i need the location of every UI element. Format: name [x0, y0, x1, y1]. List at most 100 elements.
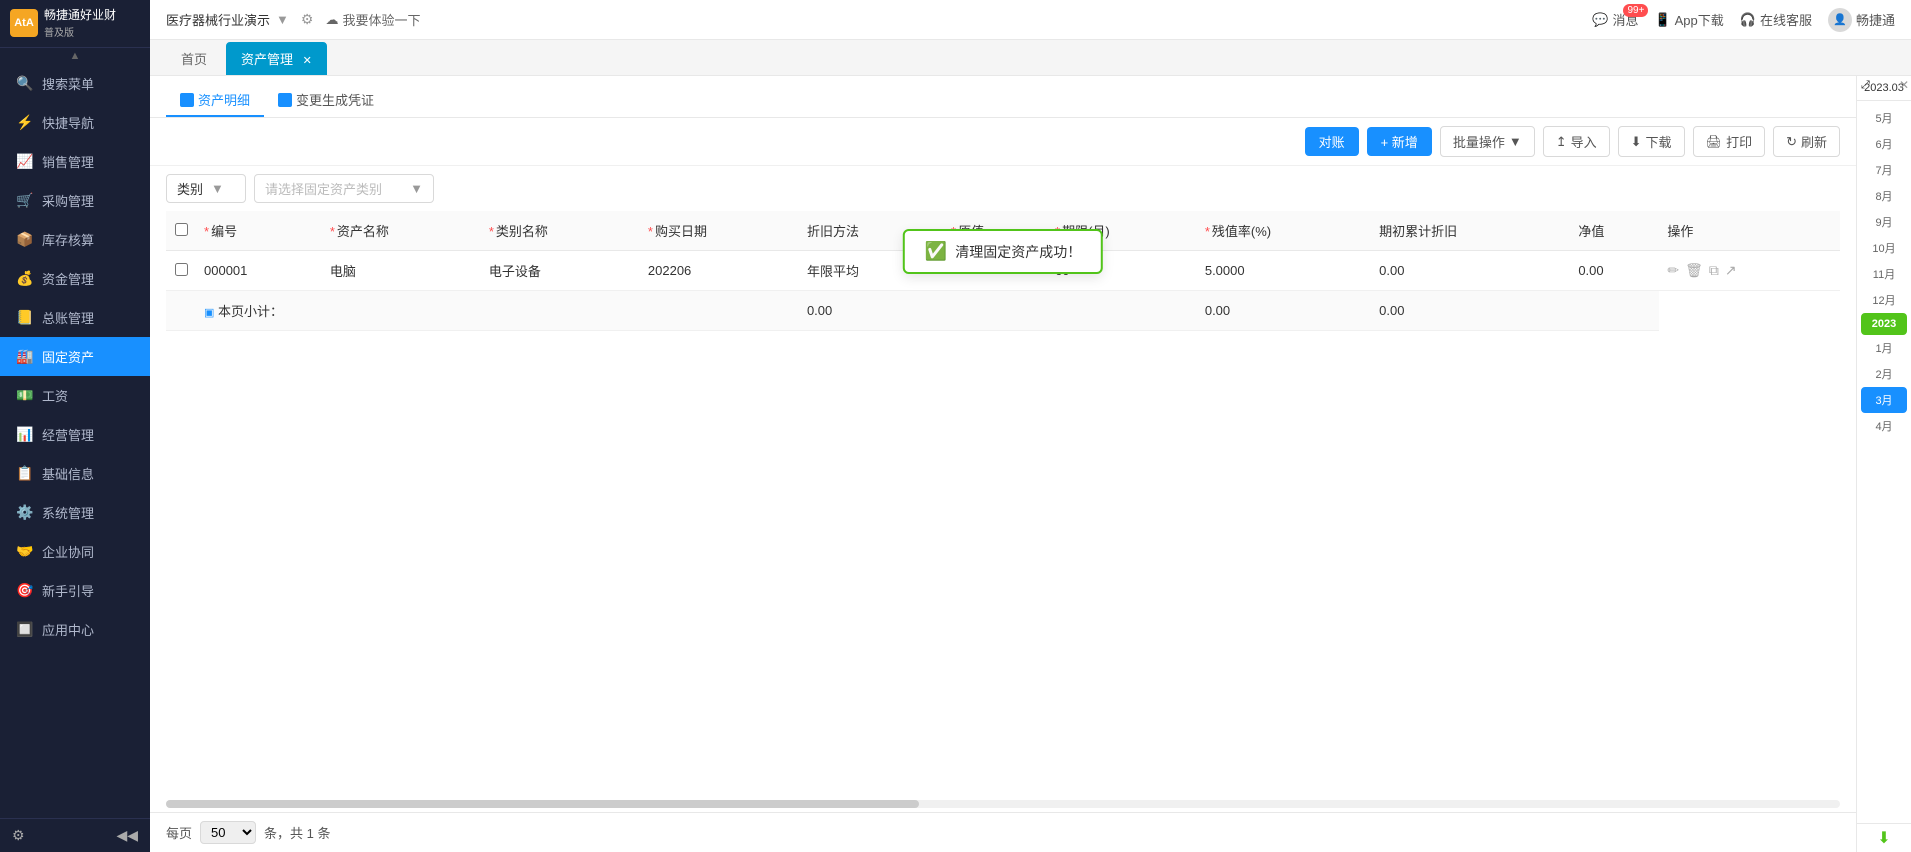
refresh-btn[interactable]: ↻ 刷新	[1773, 126, 1840, 157]
ledger-icon: 📒	[16, 309, 34, 326]
online-service-btn[interactable]: 🎧 在线客服	[1740, 10, 1812, 29]
select-all-checkbox[interactable]	[175, 223, 188, 236]
timeline-month-1[interactable]: 1月	[1857, 335, 1911, 361]
category-type-select[interactable]: 类别 ▼	[166, 174, 246, 203]
timeline-month-11[interactable]: 11月	[1857, 261, 1911, 287]
th-purchase-date: 购买日期	[640, 211, 799, 251]
sidebar-item-label: 搜索菜单	[42, 74, 94, 93]
subtotal-label-cell: ▣ 本页小计：	[196, 291, 799, 331]
print-btn[interactable]: 🖨 打印	[1693, 126, 1766, 157]
search-icon: 🔍	[16, 75, 34, 92]
sidebar-item-purchase[interactable]: 🛒 采购管理	[0, 181, 150, 220]
select-all-cell[interactable]	[166, 211, 196, 251]
sidebar-item-apps[interactable]: 🔲 应用中心	[0, 610, 150, 649]
timeline-month-10[interactable]: 10月	[1857, 235, 1911, 261]
timeline-month-2[interactable]: 2月	[1857, 361, 1911, 387]
delete-icon[interactable]: 🗑	[1685, 262, 1703, 279]
timeline-month-3-current[interactable]: 3月	[1861, 387, 1907, 413]
import-icon: ↥	[1556, 134, 1567, 150]
batch-btn[interactable]: 批量操作 ▼	[1440, 126, 1535, 157]
add-btn[interactable]: + 新增	[1367, 127, 1432, 156]
per-page-select[interactable]: 50 100	[200, 821, 256, 844]
collapse-icon[interactable]: ◀◀	[116, 827, 138, 844]
company-dropdown-icon: ▼	[276, 12, 289, 27]
sidebar-item-funds[interactable]: 💰 资金管理	[0, 259, 150, 298]
more-icon[interactable]: ↗	[1725, 262, 1737, 279]
timeline-close-btn[interactable]: ✕	[1899, 78, 1909, 92]
tab-home[interactable]: 首页	[166, 42, 222, 75]
apps-icon: 🔲	[16, 621, 34, 638]
sidebar-item-guide[interactable]: 🎯 新手引导	[0, 571, 150, 610]
timeline-expand-btn[interactable]: ⤢	[1861, 79, 1870, 92]
sidebar-item-inventory[interactable]: 📦 库存核算	[0, 220, 150, 259]
sidebar-item-label: 库存核算	[42, 230, 94, 249]
timeline-month-12[interactable]: 12月	[1857, 287, 1911, 313]
print-icon: 🖨	[1706, 134, 1723, 150]
main-area: 医疗器械行业演示 ▼ ⚙ ☁ 我要体验一下 💬 消息 99+ 📱 App下载 🎧…	[150, 0, 1911, 852]
sidebar-item-ops-mgmt[interactable]: 📊 经营管理	[0, 415, 150, 454]
user-menu[interactable]: 👤 畅捷通	[1828, 8, 1895, 32]
ops-cell: ✏ 🗑 ⧉ ↗	[1667, 262, 1832, 279]
toolbar-right: 对账 + 新增 批量操作 ▼ ↥ 导入 ⬇ 下载 🖨	[1305, 126, 1840, 157]
cloud-icon: ☁	[325, 12, 338, 28]
tab-close-icon[interactable]: ✕	[303, 55, 312, 67]
import-btn[interactable]: ↥ 导入	[1543, 126, 1610, 157]
timeline-month-6[interactable]: 6月	[1857, 131, 1911, 157]
refresh-icon: ↻	[1786, 134, 1797, 150]
horizontal-scrollbar[interactable]	[166, 800, 1840, 808]
messages-btn[interactable]: 💬 消息 99+	[1592, 10, 1638, 29]
asset-detail-icon	[180, 93, 194, 107]
headset-icon: 🎧	[1740, 12, 1756, 28]
filter-bar: 类别 ▼ 请选择固定资产类别 ▼	[150, 166, 1856, 211]
content-main: 资产明细 变更生成凭证 对账 + 新增 批量操作 ▼ ↥	[150, 76, 1856, 852]
sidebar-item-basic-info[interactable]: 📋 基础信息	[0, 454, 150, 493]
sidebar-item-system[interactable]: ⚙️ 系统管理	[0, 493, 150, 532]
sidebar-item-enterprise[interactable]: 🤝 企业协同	[0, 532, 150, 571]
timeline-month-5[interactable]: 5月	[1857, 105, 1911, 131]
guide-icon: 🎯	[16, 582, 34, 599]
timeline-month-7[interactable]: 7月	[1857, 157, 1911, 183]
timeline-month-8[interactable]: 8月	[1857, 183, 1911, 209]
sidebar-item-ledger[interactable]: 📒 总账管理	[0, 298, 150, 337]
sub-tab-asset-detail[interactable]: 资产明细	[166, 84, 264, 117]
cell-ops: ✏ 🗑 ⧉ ↗	[1659, 251, 1840, 291]
row-checkbox[interactable]	[175, 263, 188, 276]
timeline-month-4[interactable]: 4月	[1857, 413, 1911, 439]
timeline-month-9[interactable]: 9月	[1857, 209, 1911, 235]
company-name: 医疗器械行业演示	[166, 10, 270, 29]
sidebar-item-quicknav[interactable]: ⚡ 快捷导航	[0, 103, 150, 142]
scrollbar-thumb[interactable]	[166, 800, 919, 808]
th-initial-accum: 期初累计折旧	[1371, 211, 1570, 251]
sidebar-scroll-up[interactable]: ▲	[0, 48, 150, 64]
timeline-down-icon[interactable]: ⬇	[1877, 828, 1890, 848]
sidebar-item-fixed-asset[interactable]: 🏭 固定资产	[0, 337, 150, 376]
row-checkbox-cell[interactable]	[166, 251, 196, 291]
sub-tabs: 资产明细 变更生成凭证	[150, 76, 1856, 118]
topbar: 医疗器械行业演示 ▼ ⚙ ☁ 我要体验一下 💬 消息 99+ 📱 App下载 🎧…	[150, 0, 1911, 40]
content-area: 资产明细 变更生成凭证 对账 + 新增 批量操作 ▼ ↥	[150, 76, 1911, 852]
tab-asset-mgmt[interactable]: 资产管理 ✕	[226, 42, 327, 75]
category-value-select[interactable]: 请选择固定资产类别 ▼	[254, 174, 434, 203]
quicknav-icon: ⚡	[16, 114, 34, 131]
sub-tab-change-voucher[interactable]: 变更生成凭证	[264, 84, 388, 117]
gear-icon[interactable]: ⚙	[301, 11, 314, 28]
app-download-btn[interactable]: 📱 App下载	[1654, 10, 1723, 29]
edit-icon[interactable]: ✏	[1667, 262, 1679, 279]
messages-badge: 99+	[1623, 4, 1648, 17]
sidebar-item-label: 应用中心	[42, 620, 94, 639]
settings-icon[interactable]: ⚙	[12, 827, 25, 844]
copy-icon[interactable]: ⧉	[1709, 262, 1719, 279]
sidebar-item-label: 系统管理	[42, 503, 94, 522]
sidebar-item-label: 总账管理	[42, 308, 94, 327]
account-btn[interactable]: 对账	[1305, 127, 1359, 156]
sidebar-item-label: 工资	[42, 386, 68, 405]
sidebar-item-label: 经营管理	[42, 425, 94, 444]
sidebar-item-search[interactable]: 🔍 搜索菜单	[0, 64, 150, 103]
sidebar-item-payroll[interactable]: 💵 工资	[0, 376, 150, 415]
download-btn[interactable]: ⬇ 下载	[1618, 126, 1685, 157]
feedback-btn[interactable]: ☁ 我要体验一下	[325, 10, 420, 29]
sidebar-item-label: 企业协同	[42, 542, 94, 561]
sidebar-item-sales[interactable]: 📈 销售管理	[0, 142, 150, 181]
company-selector[interactable]: 医疗器械行业演示 ▼	[166, 10, 289, 29]
timeline-year-2023[interactable]: 2023	[1861, 313, 1907, 335]
